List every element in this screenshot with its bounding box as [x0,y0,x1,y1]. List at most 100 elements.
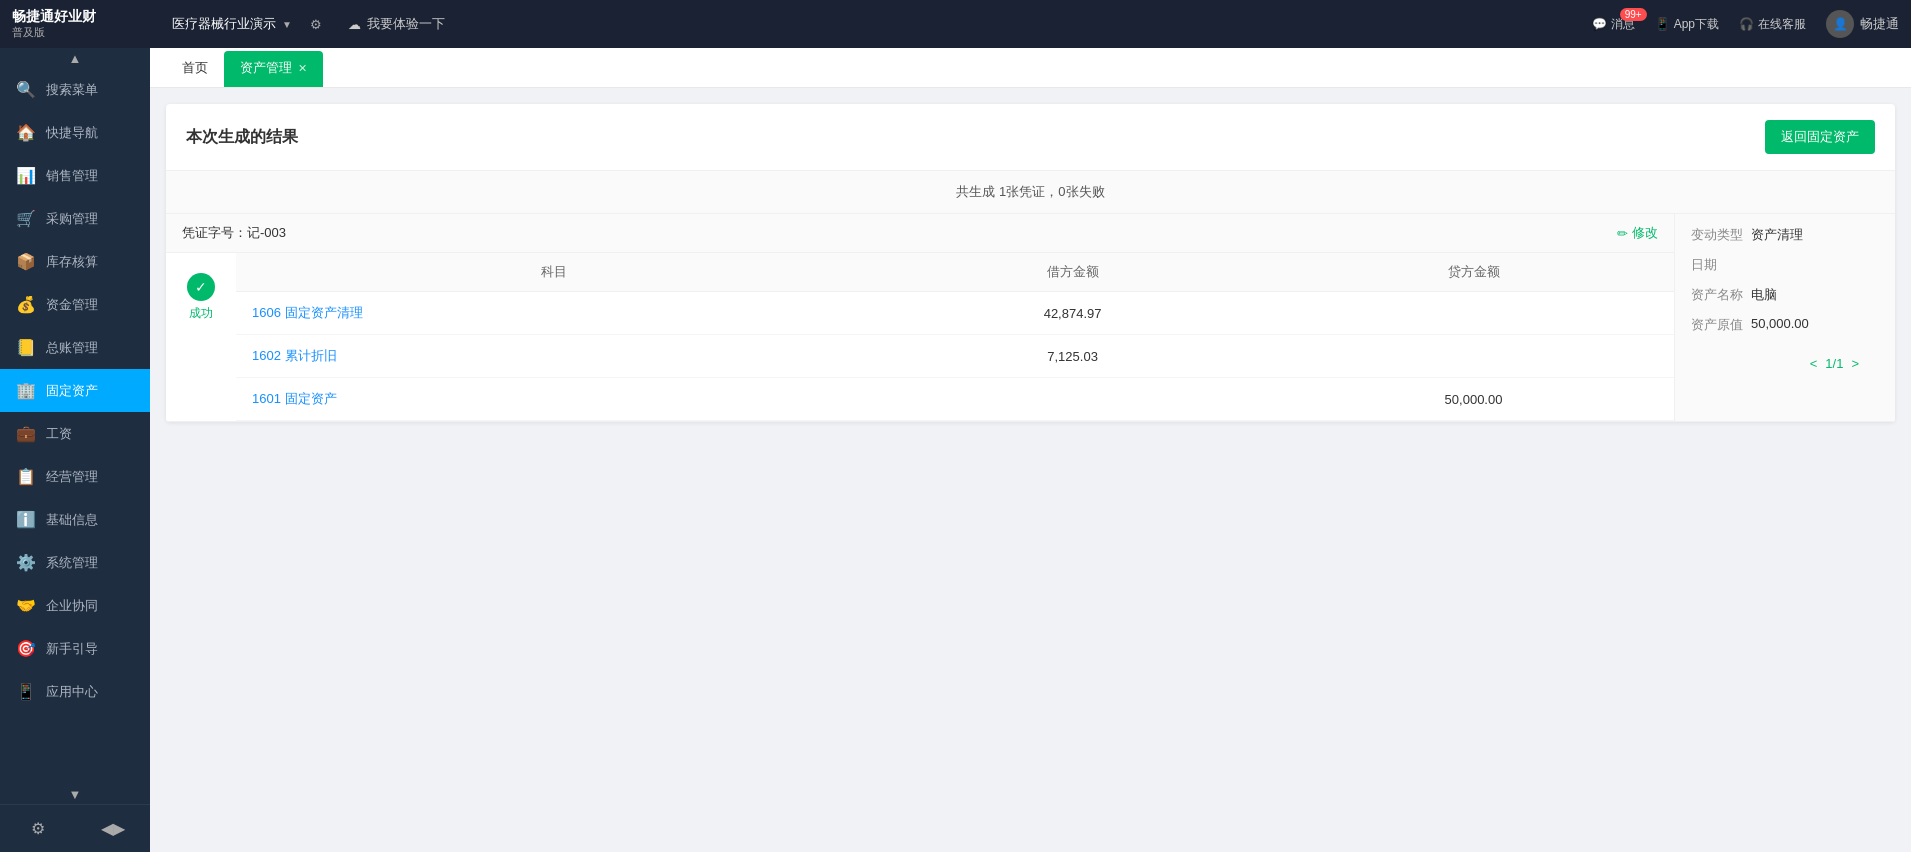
account-1601: 1601 固定资产 [236,378,872,421]
sidebar-item-search[interactable]: 🔍 搜索菜单 [0,68,150,111]
sidebar-label-ledger: 总账管理 [46,339,98,357]
sidebar-scroll-up[interactable]: ▲ [0,48,150,68]
debit-1601 [872,378,1273,421]
sidebar-item-basic-info[interactable]: ℹ️ 基础信息 [0,498,150,541]
table-row: 1606 固定资产清理 42,874.97 [236,292,1674,335]
change-type-row: 变动类型 资产清理 [1691,226,1879,244]
sidebar-item-funds[interactable]: 💰 资金管理 [0,283,150,326]
settings-bottom-icon[interactable]: ⚙ [0,813,75,844]
collab-icon: 🤝 [16,596,36,615]
sidebar-item-system[interactable]: ⚙️ 系统管理 [0,541,150,584]
sidebar-label-quick-nav: 快捷导航 [46,124,98,142]
change-type-value: 资产清理 [1751,226,1803,244]
pagination-next[interactable]: > [1851,356,1859,371]
tab-close-icon[interactable]: ✕ [298,62,307,75]
message-button[interactable]: 💬 消息 99+ [1592,16,1635,33]
col-account: 科目 [236,253,872,292]
message-badge: 99+ [1620,8,1647,21]
col-credit: 贷方金额 [1273,253,1674,292]
message-icon: 💬 [1592,17,1607,31]
asset-original-row: 资产原值 50,000.00 [1691,316,1879,334]
company-dropdown-arrow: ▼ [282,19,292,30]
search-icon: 🔍 [16,80,36,99]
voucher-main: 凭证字号：记-003 ✏ 修改 ✓ 成功 [166,214,1675,421]
sidebar-label-guide: 新手引导 [46,640,98,658]
table-with-icon: ✓ 成功 科目 借方金额 贷方金额 [166,253,1674,421]
experience-button[interactable]: ☁ 我要体验一下 [348,15,445,33]
sidebar-label-system: 系统管理 [46,554,98,572]
inventory-icon: 📦 [16,252,36,271]
sidebar-item-ledger[interactable]: 📒 总账管理 [0,326,150,369]
sidebar-item-quick-nav[interactable]: 🏠 快捷导航 [0,111,150,154]
table-row: 1602 累计折旧 7,125.03 [236,335,1674,378]
online-service-button[interactable]: 🎧 在线客服 [1739,16,1806,33]
app-download-button[interactable]: 📱 App下载 [1655,16,1719,33]
company-selector[interactable]: 医疗器械行业演示 ▼ [172,15,292,33]
funds-icon: 💰 [16,295,36,314]
sidebar-label-collab: 企业协同 [46,597,98,615]
voucher-no: 凭证字号：记-003 [182,224,286,242]
top-header: 畅捷通好业财 普及版 医疗器械行业演示 ▼ ⚙ ☁ 我要体验一下 💬 消息 99… [0,0,1911,48]
sidebar-item-sales[interactable]: 📊 销售管理 [0,154,150,197]
avatar: 👤 [1826,10,1854,38]
change-type-label: 变动类型 [1691,226,1743,244]
summary-row: 共生成 1张凭证，0张失败 [166,171,1895,214]
sidebar-scroll: 🔍 搜索菜单 🏠 快捷导航 📊 销售管理 🛒 采购管理 📦 库存核算 💰 [0,68,150,784]
asset-name-row: 资产名称 电脑 [1691,286,1879,304]
date-row: 日期 [1691,256,1879,274]
success-label: 成功 [189,305,213,322]
pagination-prev[interactable]: < [1810,356,1818,371]
pagination-info: 1/1 [1825,356,1843,371]
sidebar-scroll-down[interactable]: ▼ [0,784,150,804]
sidebar-item-ops[interactable]: 📋 经营管理 [0,455,150,498]
content-area: 首页 资产管理 ✕ 本次生成的结果 返回固定资产 共生成 1张凭证，0张失败 [150,48,1911,852]
download-icon: 📱 [1655,17,1670,31]
edition-label: 普及版 [12,25,45,40]
logo-area: 畅捷通好业财 普及版 [12,8,162,40]
voucher-table: 科目 借方金额 贷方金额 1606 固定资产清理 42,874. [236,253,1674,421]
edit-icon: ✏ [1617,226,1628,241]
payroll-icon: 💼 [16,424,36,443]
user-name: 畅捷通 [1860,15,1899,33]
edit-button[interactable]: ✏ 修改 [1617,224,1658,242]
page-content: 本次生成的结果 返回固定资产 共生成 1张凭证，0张失败 凭证字号：记-003 … [150,88,1911,852]
sidebar-item-collab[interactable]: 🤝 企业协同 [0,584,150,627]
result-title: 本次生成的结果 [186,127,298,148]
result-header: 本次生成的结果 返回固定资产 [166,104,1895,171]
header-right: 💬 消息 99+ 📱 App下载 🎧 在线客服 👤 畅捷通 [1592,10,1899,38]
credit-1606 [1273,292,1674,335]
sidebar-item-fixed-assets[interactable]: 🏢 固定资产 [0,369,150,412]
settings-icon[interactable]: ⚙ [300,8,332,40]
tab-home[interactable]: 首页 [166,51,224,87]
sidebar-label-sales: 销售管理 [46,167,98,185]
sidebar-item-payroll[interactable]: 💼 工资 [0,412,150,455]
return-button[interactable]: 返回固定资产 [1765,120,1875,154]
voucher-header-row: 凭证字号：记-003 ✏ 修改 [166,214,1674,253]
sidebar: ▲ 🔍 搜索菜单 🏠 快捷导航 📊 销售管理 🛒 采购管理 📦 库存核算 [0,48,150,852]
credit-1602 [1273,335,1674,378]
sales-icon: 📊 [16,166,36,185]
home-icon: 🏠 [16,123,36,142]
service-icon: 🎧 [1739,17,1754,31]
fixed-assets-icon: 🏢 [16,381,36,400]
sidebar-item-inventory[interactable]: 📦 库存核算 [0,240,150,283]
sidebar-item-guide[interactable]: 🎯 新手引导 [0,627,150,670]
asset-original-value: 50,000.00 [1751,316,1809,334]
asset-name-value: 电脑 [1751,286,1777,304]
col-debit: 借方金额 [872,253,1273,292]
tab-asset-mgmt[interactable]: 资产管理 ✕ [224,51,323,87]
purchase-icon: 🛒 [16,209,36,228]
tab-asset-mgmt-label: 资产管理 [240,59,292,77]
online-service-label: 在线客服 [1758,16,1806,33]
user-area[interactable]: 👤 畅捷通 [1826,10,1899,38]
ledger-icon: 📒 [16,338,36,357]
basic-info-icon: ℹ️ [16,510,36,529]
experience-label: 我要体验一下 [367,15,445,33]
tab-bar: 首页 资产管理 ✕ [150,48,1911,88]
sidebar-item-app-center[interactable]: 📱 应用中心 [0,670,150,713]
edit-label: 修改 [1632,224,1658,242]
account-1606: 1606 固定资产清理 [236,292,872,335]
collapse-icon[interactable]: ◀▶ [75,813,150,844]
side-info-panel: 变动类型 资产清理 日期 资产名称 电脑 资产原值 [1675,214,1895,421]
sidebar-item-purchase[interactable]: 🛒 采购管理 [0,197,150,240]
